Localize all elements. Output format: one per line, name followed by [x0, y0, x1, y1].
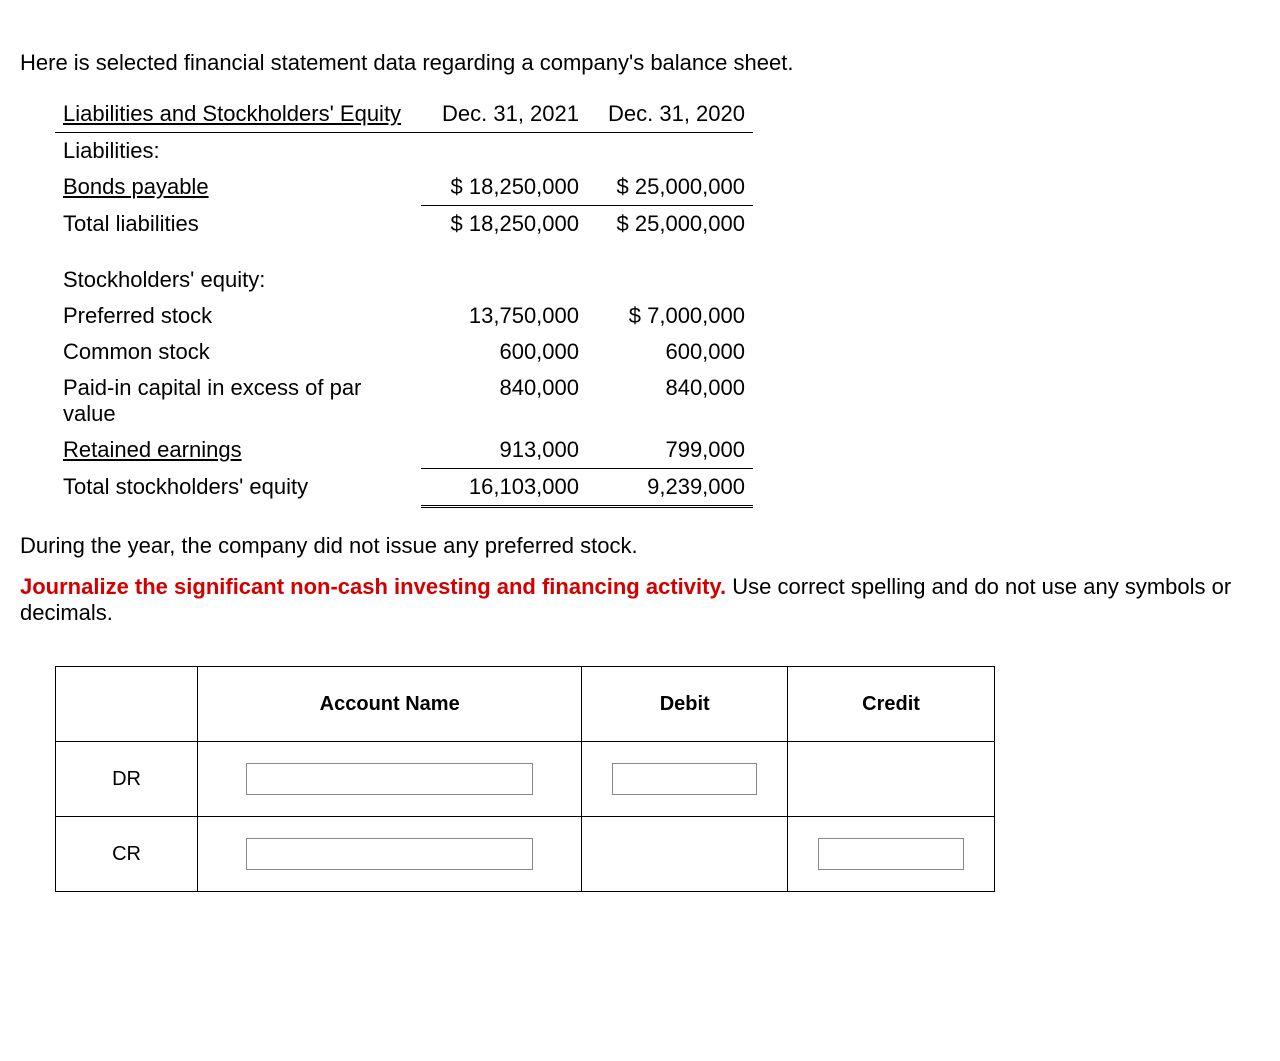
cr-account-name-input[interactable] — [246, 838, 533, 870]
journal-entry-table: Account Name Debit Credit DR CR — [55, 666, 995, 892]
stockholders-equity-section-label: Stockholders' equity: — [55, 262, 421, 298]
journal-header-credit: Credit — [788, 667, 995, 742]
common-stock-2021: 600,000 — [421, 334, 587, 370]
total-liabilities-2020: $ 25,000,000 — [587, 206, 753, 243]
total-liabilities-2021: $ 18,250,000 — [421, 206, 587, 243]
balance-sheet-table: Liabilities and Stockholders' Equity Dec… — [55, 96, 753, 508]
total-stockholders-equity-2021: 16,103,000 — [421, 469, 587, 507]
liabilities-section-label: Liabilities: — [55, 133, 421, 170]
dr-account-name-input[interactable] — [246, 763, 533, 795]
journal-header-debit: Debit — [582, 667, 788, 742]
preferred-stock-2021: 13,750,000 — [421, 298, 587, 334]
total-stockholders-equity-2020: 9,239,000 — [587, 469, 753, 507]
journal-row-dr-label: DR — [56, 742, 198, 817]
total-stockholders-equity-label: Total stockholders' equity — [55, 469, 421, 507]
journal-header-blank — [56, 667, 198, 742]
cr-credit-input[interactable] — [818, 838, 964, 870]
note-text: During the year, the company did not iss… — [20, 533, 1260, 559]
header-label: Liabilities and Stockholders' Equity — [55, 96, 421, 133]
preferred-stock-label: Preferred stock — [55, 298, 421, 334]
preferred-stock-2020: $ 7,000,000 — [587, 298, 753, 334]
instruction-red: Journalize the significant non-cash inve… — [20, 574, 726, 599]
journal-row-cr-label: CR — [56, 817, 198, 892]
common-stock-label: Common stock — [55, 334, 421, 370]
common-stock-2020: 600,000 — [587, 334, 753, 370]
bonds-payable-2021: $ 18,250,000 — [421, 169, 587, 206]
dr-credit-cell — [788, 742, 995, 817]
retained-earnings-2021: 913,000 — [421, 432, 587, 469]
retained-earnings-label: Retained earnings — [55, 432, 421, 469]
cr-debit-cell — [582, 817, 788, 892]
apic-2021: 840,000 — [421, 370, 587, 432]
total-liabilities-label: Total liabilities — [55, 206, 421, 243]
journal-header-account: Account Name — [198, 667, 582, 742]
bonds-payable-2020: $ 25,000,000 — [587, 169, 753, 206]
header-date-2021: Dec. 31, 2021 — [421, 96, 587, 133]
header-date-2020: Dec. 31, 2020 — [587, 96, 753, 133]
dr-debit-input[interactable] — [612, 763, 757, 795]
apic-2020: 840,000 — [587, 370, 753, 432]
bonds-payable-label: Bonds payable — [55, 169, 421, 206]
retained-earnings-2020: 799,000 — [587, 432, 753, 469]
apic-label: Paid-in capital in excess of par value — [55, 370, 421, 432]
instruction-text: Journalize the significant non-cash inve… — [20, 574, 1260, 626]
intro-text: Here is selected financial statement dat… — [20, 50, 1260, 76]
